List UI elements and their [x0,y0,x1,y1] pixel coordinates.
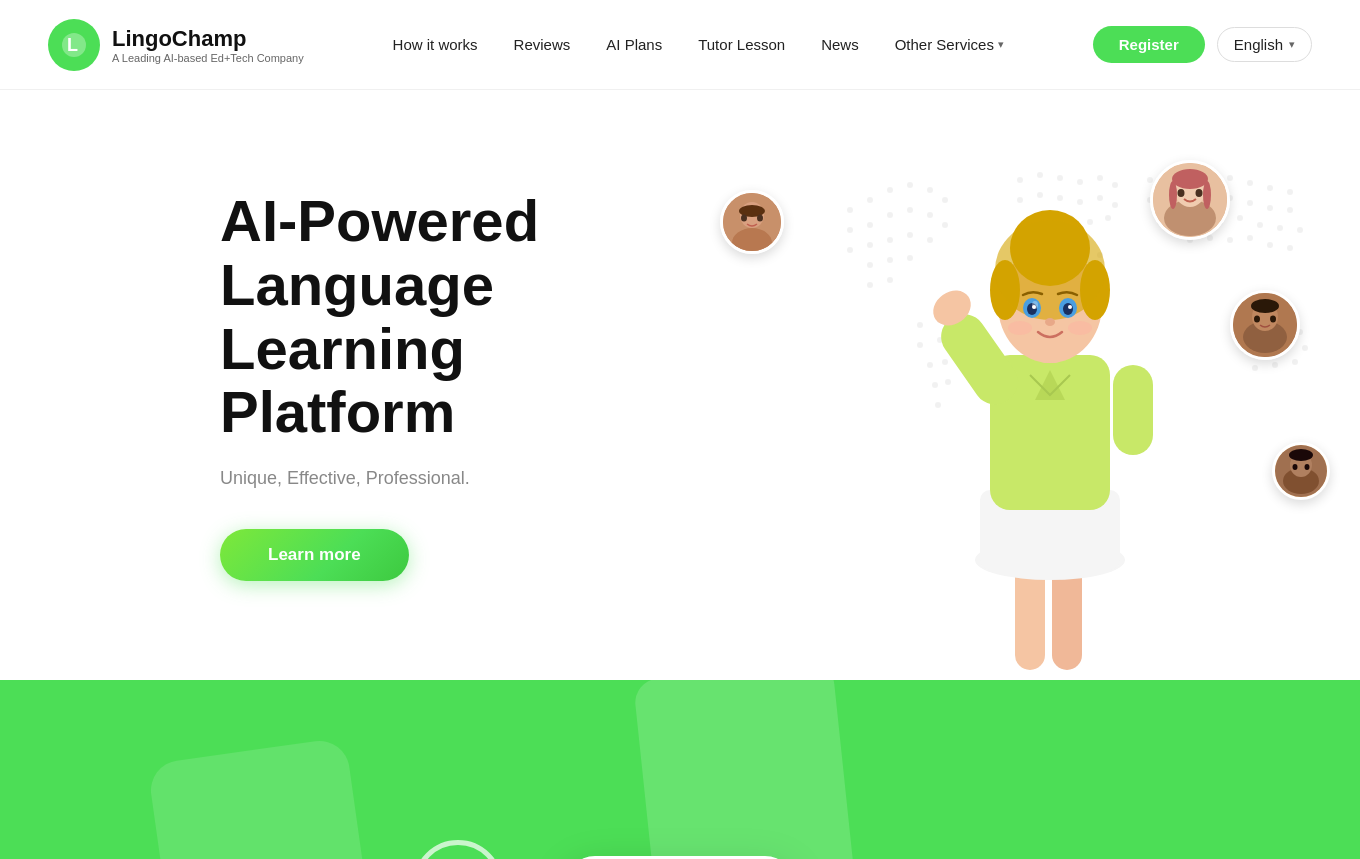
svg-point-75 [1237,215,1243,221]
language-label: English [1234,36,1283,53]
svg-point-76 [1257,222,1263,228]
svg-point-157 [1305,464,1310,470]
svg-point-59 [1227,175,1233,181]
nav-how-it-works[interactable]: How it works [393,36,478,53]
svg-point-144 [1169,181,1177,209]
svg-point-92 [1302,345,1308,351]
svg-point-142 [1178,189,1185,197]
check-icon-container [413,840,503,859]
svg-point-81 [1227,237,1233,243]
svg-point-78 [1297,227,1303,233]
svg-point-149 [1251,299,1279,313]
svg-point-137 [757,215,763,222]
avatar-bubble-1 [720,190,784,254]
chevron-down-icon: ▾ [998,38,1004,51]
hero-title: AI-Powered Language Learning Platform [220,189,572,444]
svg-point-156 [1293,464,1298,470]
svg-point-68 [1247,200,1253,206]
svg-point-70 [1287,207,1293,213]
green-section: 9:41 ▪▪▪ 📶 🔋 Premium Course Core Curricu… [0,680,1360,859]
logo-tagline: A Leading AI-based Ed+Tech Company [112,52,304,64]
logo-icon: L [48,19,100,71]
hero-content: AI-Powered Language Learning Platform Un… [0,129,620,641]
avatar-bubble-2 [1150,160,1230,240]
nav-reviews[interactable]: Reviews [514,36,571,53]
svg-point-84 [1287,245,1293,251]
svg-point-60 [1247,180,1253,186]
svg-point-62 [1287,189,1293,195]
language-selector[interactable]: English ▾ [1217,27,1312,62]
svg-point-9 [867,222,873,228]
svg-point-150 [1254,316,1260,323]
svg-point-3 [867,197,873,203]
svg-point-151 [1270,316,1276,323]
svg-point-145 [1203,181,1211,209]
check-circle [413,840,503,859]
phone-shadow-2 [633,680,861,859]
svg-point-94 [1272,362,1278,368]
logo[interactable]: L LingoChamp A Leading AI-based Ed+Tech … [48,19,304,71]
avatar-bubble-3 [1230,290,1300,360]
svg-point-93 [1252,365,1258,371]
nav-actions: Register English ▾ [1093,26,1312,63]
svg-point-155 [1289,449,1313,461]
svg-point-131 [1032,301,1038,309]
nav-ai-plans[interactable]: AI Plans [606,36,662,53]
nav-tutor-lesson[interactable]: Tutor Lesson [698,36,785,53]
svg-point-19 [867,262,873,268]
svg-point-82 [1247,235,1253,241]
hero-subtitle: Unique, Effective, Professional. [220,468,572,489]
svg-point-61 [1267,185,1273,191]
svg-point-143 [1196,189,1203,197]
svg-point-130 [1068,321,1092,335]
svg-point-2 [847,207,853,213]
character-illustration [880,160,1220,680]
svg-point-141 [1172,169,1208,189]
character-svg [880,160,1220,680]
svg-point-125 [1063,303,1073,315]
svg-point-22 [867,282,873,288]
nav-other-services[interactable]: Other Services ▾ [895,36,1004,53]
register-button[interactable]: Register [1093,26,1205,63]
svg-point-69 [1267,205,1273,211]
navbar: L LingoChamp A Leading AI-based Ed+Tech … [0,0,1360,90]
avatar-bubble-4 [1272,442,1330,500]
learn-more-button[interactable]: Learn more [220,529,409,581]
svg-point-121 [995,220,1105,320]
svg-point-83 [1267,242,1273,248]
svg-point-127 [1068,305,1072,309]
svg-point-8 [847,227,853,233]
svg-point-129 [1008,321,1032,335]
svg-point-15 [867,242,873,248]
svg-point-136 [741,215,747,222]
svg-rect-115 [1113,365,1153,455]
chevron-down-icon: ▾ [1289,38,1295,51]
phone-shadow-decor [147,737,373,859]
nav-news[interactable]: News [821,36,859,53]
logo-text: LingoChamp A Leading AI-based Ed+Tech Co… [112,26,304,64]
svg-point-14 [847,247,853,253]
nav-links: How it works Reviews AI Plans Tutor Less… [393,36,1004,53]
svg-text:L: L [67,35,78,55]
svg-point-95 [1292,359,1298,365]
hero-section: AI-Powered Language Learning Platform Un… [0,90,1360,680]
svg-point-77 [1277,225,1283,231]
hero-visual [640,90,1360,680]
logo-name: LingoChamp [112,26,304,52]
svg-point-128 [1045,318,1055,326]
